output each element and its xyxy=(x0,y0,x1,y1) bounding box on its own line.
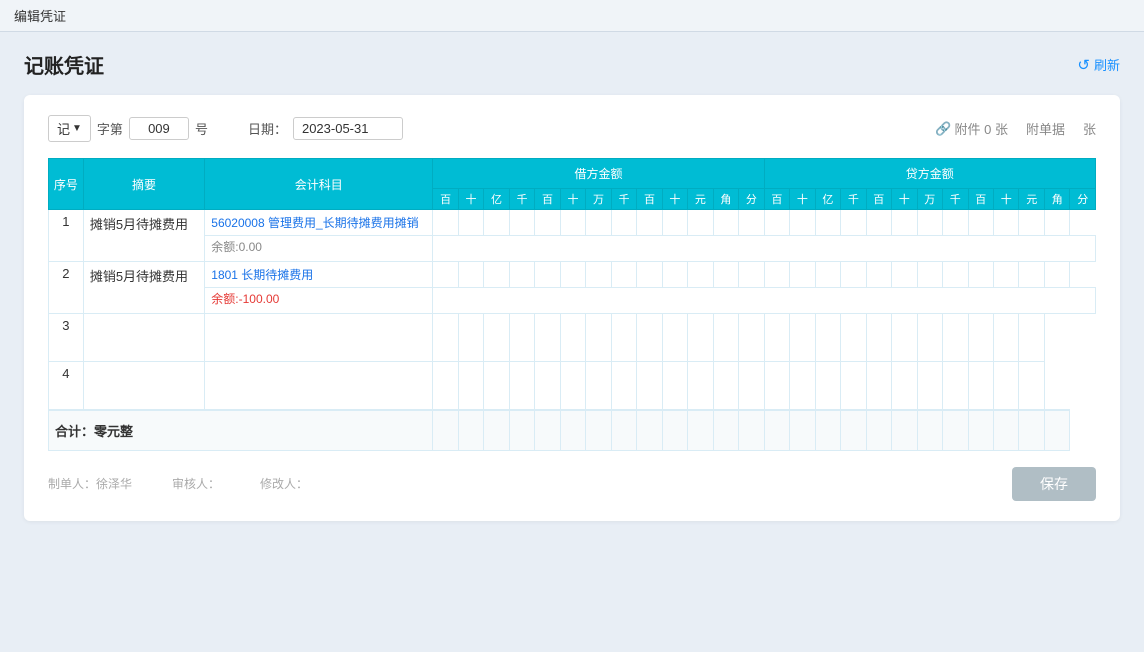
debit-digit-12: 分 xyxy=(739,189,764,210)
credit-digit-5: 十 xyxy=(892,189,917,210)
th-summary: 摘要 xyxy=(83,159,204,210)
credit-digit-4: 百 xyxy=(866,189,891,210)
attach-count-label: 张 xyxy=(1083,119,1096,138)
th-seq: 序号 xyxy=(49,159,84,210)
maker-label: 制单人：徐泽华 xyxy=(48,475,132,492)
date-input[interactable] xyxy=(293,117,403,140)
row-account-4[interactable] xyxy=(205,362,433,410)
zi-label: 字第 xyxy=(97,119,123,138)
title-bar: 编辑凭证 xyxy=(0,0,1144,32)
credit-digit-0: 百 xyxy=(764,189,789,210)
row-account-2[interactable]: 1801 长期待摊费用 xyxy=(205,262,433,288)
th-debit: 借方金额 xyxy=(433,159,764,189)
debit-digit-0: 百 xyxy=(433,189,458,210)
refresh-icon: ↺ xyxy=(1077,56,1090,74)
voucher-type-dropdown[interactable]: 记 ▼ xyxy=(48,115,91,142)
table-row-2: 2 摊销5月待摊费用 1801 长期待摊费用 xyxy=(49,262,1096,288)
credit-digit-8: 百 xyxy=(968,189,993,210)
modifier-label: 修改人： xyxy=(260,475,308,492)
debit-digit-11: 角 xyxy=(713,189,738,210)
reviewer-label: 审核人： xyxy=(172,475,220,492)
credit-digit-1: 十 xyxy=(790,189,815,210)
title-bar-label: 编辑凭证 xyxy=(14,9,66,24)
credit-digit-3: 千 xyxy=(841,189,866,210)
paperclip-icon: 🔗 xyxy=(935,121,951,137)
debit-digit-9: 十 xyxy=(662,189,687,210)
table-row-balance-1: 余额:0.00 xyxy=(49,236,1096,262)
debit-digit-10: 元 xyxy=(688,189,713,210)
debit-digit-7: 千 xyxy=(611,189,636,210)
table-row: 1 摊销5月待摊费用 56020008 管理费用_长期待摊费用摊销 xyxy=(49,210,1096,236)
th-credit: 贷方金额 xyxy=(764,159,1095,189)
voucher-table-wrapper: 序号 摘要 会计科目 借方金额 贷方金额 百 十 亿 千 百 十 万 xyxy=(48,158,1096,451)
row-seq-4: 4 xyxy=(49,362,84,410)
credit-digit-9: 十 xyxy=(993,189,1018,210)
debit-digit-6: 万 xyxy=(586,189,611,210)
debit-digit-3: 千 xyxy=(509,189,534,210)
total-label: 合计：零元整 xyxy=(49,410,433,451)
save-button[interactable]: 保存 xyxy=(1012,467,1096,501)
row-balance-2: 余额:-100.00 xyxy=(205,288,433,314)
hao-label: 号 xyxy=(195,119,208,138)
table-row-balance-2: 余额:-100.00 xyxy=(49,288,1096,314)
table-row-4: 4 xyxy=(49,362,1096,410)
total-row: 合计：零元整 xyxy=(49,410,1096,451)
debit-digit-4: 百 xyxy=(535,189,560,210)
row-summary-3[interactable] xyxy=(83,314,204,362)
credit-digit-7: 千 xyxy=(943,189,968,210)
chevron-down-icon: ▼ xyxy=(72,123,82,134)
credit-digit-6: 万 xyxy=(917,189,942,210)
debit-digit-8: 百 xyxy=(637,189,662,210)
credit-digit-10: 元 xyxy=(1019,189,1044,210)
table-row-3: 3 xyxy=(49,314,1096,362)
row-summary-4[interactable] xyxy=(83,362,204,410)
debit-digit-1: 十 xyxy=(458,189,483,210)
debit-digit-5: 十 xyxy=(560,189,585,210)
row-seq-2: 2 xyxy=(49,262,84,314)
row-account-1[interactable]: 56020008 管理费用_长期待摊费用摊销 xyxy=(205,210,433,236)
credit-digit-2: 亿 xyxy=(815,189,840,210)
row-seq-1: 1 xyxy=(49,210,84,262)
footer-row: 制单人：徐泽华 审核人： 修改人： 保存 xyxy=(48,467,1096,501)
attach-doc-label: 附单据 xyxy=(1026,119,1065,138)
th-account: 会计科目 xyxy=(205,159,433,210)
date-label: 日期： xyxy=(248,119,287,138)
credit-digit-11: 角 xyxy=(1044,189,1069,210)
voucher-table: 序号 摘要 会计科目 借方金额 贷方金额 百 十 亿 千 百 十 万 xyxy=(48,158,1096,451)
attachment-link[interactable]: 🔗 附件 0 张 xyxy=(935,119,1008,138)
refresh-button[interactable]: ↺ 刷新 xyxy=(1077,55,1120,74)
row-summary-2[interactable]: 摊销5月待摊费用 xyxy=(83,262,204,314)
page-title: 记账凭证 xyxy=(24,50,104,79)
debit-digit-2: 亿 xyxy=(484,189,509,210)
credit-digit-12: 分 xyxy=(1070,189,1096,210)
row-account-3[interactable] xyxy=(205,314,433,362)
voucher-number-input[interactable] xyxy=(129,117,189,140)
row-summary-1[interactable]: 摊销5月待摊费用 xyxy=(83,210,204,262)
row-balance-1: 余额:0.00 xyxy=(205,236,433,262)
row-seq-3: 3 xyxy=(49,314,84,362)
